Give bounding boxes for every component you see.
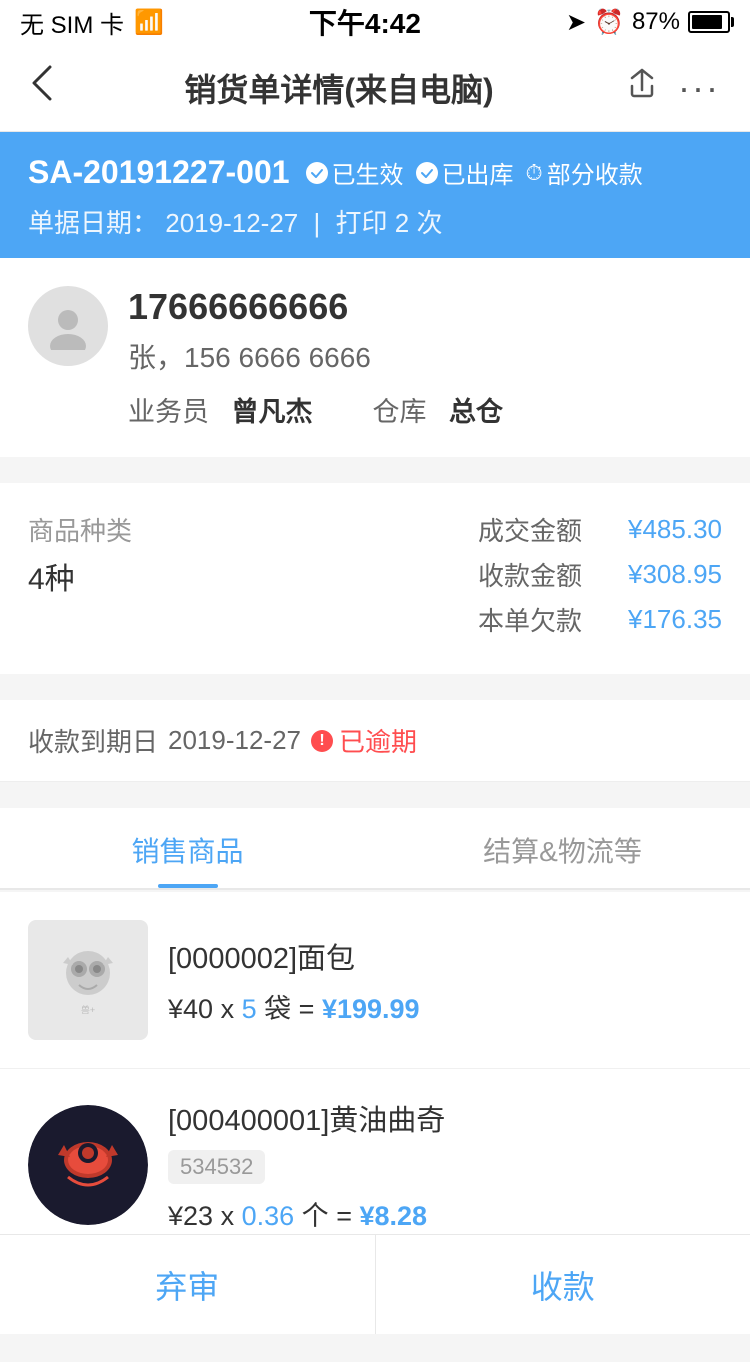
collect-button[interactable]: 收款 bbox=[376, 1235, 750, 1334]
divider-1 bbox=[0, 467, 750, 483]
order-id-row: SA-20191227-001 已生效 已出库 ⏱ bbox=[28, 154, 722, 191]
summary-left: 商品种类 4种 bbox=[28, 511, 132, 646]
overdue-text: 已逾期 bbox=[339, 722, 417, 759]
product-item-1: 兽+ [0000002]面包 ¥40 x 5 袋 = ¥199.99 bbox=[0, 892, 750, 1069]
battery-fill bbox=[692, 15, 722, 29]
debt-row: 本单欠款 ¥176.35 bbox=[478, 601, 722, 638]
carrier-text: 无 SIM 卡 bbox=[20, 5, 124, 40]
back-button[interactable] bbox=[30, 65, 52, 110]
divider-2 bbox=[0, 684, 750, 700]
status-bar-time: 下午4:42 bbox=[309, 2, 421, 42]
status-badge-shipped: 已出库 bbox=[416, 155, 514, 190]
battery-text: 87% bbox=[632, 8, 680, 36]
location-icon: ➤ bbox=[566, 8, 586, 37]
order-date-row: 单据日期： 2019-12-27 | 打印 2 次 bbox=[28, 203, 722, 240]
product-sku-badge: 534532 bbox=[168, 1150, 265, 1184]
bottom-bar: 弃审 收款 bbox=[0, 1234, 750, 1334]
order-id: SA-20191227-001 bbox=[28, 154, 290, 191]
tab-sales-products[interactable]: 销售商品 bbox=[0, 808, 375, 888]
more-button[interactable]: ··· bbox=[678, 67, 720, 109]
category-label: 商品种类 bbox=[28, 511, 132, 548]
warehouse-label: 仓库 总仓 bbox=[373, 390, 504, 429]
customer-phone: 张，156 6666 6666 bbox=[128, 336, 722, 376]
status-bar-left: 无 SIM 卡 📶 bbox=[20, 5, 164, 40]
product-qty-2: 0.36 bbox=[242, 1201, 295, 1231]
summary-right: 成交金额 ¥485.30 收款金额 ¥308.95 本单欠款 ¥176.35 bbox=[478, 511, 722, 646]
product-name-1: [0000002]面包 bbox=[168, 935, 722, 977]
product-qty-1: 5 bbox=[242, 994, 257, 1024]
product-unit-price-2: ¥23 bbox=[168, 1201, 213, 1231]
salesman-label: 业务员 曾凡杰 bbox=[128, 390, 313, 429]
alarm-icon: ⏰ bbox=[594, 8, 624, 37]
status-bar: 无 SIM 卡 📶 下午4:42 ➤ ⏰ 87% bbox=[0, 0, 750, 44]
battery-icon bbox=[688, 11, 730, 33]
product-unit-price-1: ¥40 bbox=[168, 994, 213, 1024]
product-info-2: [000400001]黄油曲奇 534532 ¥23 x 0.36 个 = ¥8… bbox=[168, 1097, 722, 1233]
customer-section: 17666666666 张，156 6666 6666 业务员 曾凡杰 仓库 总… bbox=[0, 258, 750, 457]
nav-actions: ··· bbox=[626, 67, 720, 109]
received-row: 收款金额 ¥308.95 bbox=[478, 556, 722, 593]
cancel-review-button[interactable]: 弃审 bbox=[0, 1235, 376, 1334]
status-bar-right: ➤ ⏰ 87% bbox=[566, 8, 730, 37]
debt-label: 本单欠款 bbox=[478, 601, 582, 638]
amount-row: 成交金额 ¥485.30 bbox=[478, 511, 722, 548]
product-total-1: ¥199.99 bbox=[322, 994, 420, 1024]
status-badge-partial: ⏱ 部分收款 bbox=[526, 155, 643, 190]
product-price-row-1: ¥40 x 5 袋 = ¥199.99 bbox=[168, 987, 722, 1026]
overdue-badge: ! 已逾期 bbox=[311, 722, 417, 759]
amount-label: 成交金额 bbox=[478, 511, 582, 548]
product-name-2: [000400001]黄油曲奇 bbox=[168, 1097, 722, 1139]
share-button[interactable] bbox=[626, 68, 658, 107]
due-section: 收款到期日 2019-12-27 ! 已逾期 bbox=[0, 700, 750, 782]
customer-info: 17666666666 张，156 6666 6666 业务员 曾凡杰 仓库 总… bbox=[128, 286, 722, 429]
products-section: 兽+ [0000002]面包 ¥40 x 5 袋 = ¥199.99 bbox=[0, 892, 750, 1262]
check-icon-shipped bbox=[416, 162, 438, 184]
product-price-row-2: ¥23 x 0.36 个 = ¥8.28 bbox=[168, 1194, 722, 1233]
tabs-section: 销售商品 结算&物流等 bbox=[0, 808, 750, 890]
wifi-icon: 📶 bbox=[134, 8, 164, 37]
customer-name: 17666666666 bbox=[128, 286, 722, 328]
status-badge-effective: 已生效 bbox=[306, 155, 404, 190]
overdue-dot-icon: ! bbox=[311, 730, 333, 752]
received-value: ¥308.95 bbox=[602, 559, 722, 590]
customer-meta: 业务员 曾凡杰 仓库 总仓 bbox=[128, 390, 722, 429]
received-label: 收款金额 bbox=[478, 556, 582, 593]
product-thumb-1: 兽+ bbox=[28, 920, 148, 1040]
category-value: 4种 bbox=[28, 554, 132, 598]
product-info-1: [0000002]面包 ¥40 x 5 袋 = ¥199.99 bbox=[168, 935, 722, 1026]
order-header: SA-20191227-001 已生效 已出库 ⏱ bbox=[0, 132, 750, 258]
debt-value: ¥176.35 bbox=[602, 604, 722, 635]
order-status-badges: 已生效 已出库 ⏱ 部分收款 bbox=[306, 155, 643, 190]
amount-value: ¥485.30 bbox=[602, 514, 722, 545]
avatar bbox=[28, 286, 108, 366]
product-thumb-2 bbox=[28, 1105, 148, 1225]
summary-section: 商品种类 4种 成交金额 ¥485.30 收款金额 ¥308.95 本单欠款 ¥… bbox=[0, 483, 750, 674]
nav-bar: 销货单详情(来自电脑) ··· bbox=[0, 44, 750, 132]
due-date-label: 收款到期日 bbox=[28, 722, 158, 759]
svg-text:兽+: 兽+ bbox=[81, 1004, 95, 1015]
check-icon-effective bbox=[306, 162, 328, 184]
product-total-2: ¥8.28 bbox=[359, 1201, 427, 1231]
tab-settlement[interactable]: 结算&物流等 bbox=[375, 808, 750, 888]
divider-3 bbox=[0, 792, 750, 808]
clock-icon: ⏱ bbox=[526, 160, 543, 186]
page-title: 销货单详情(来自电脑) bbox=[184, 65, 493, 111]
due-date-value: 2019-12-27 bbox=[168, 725, 301, 756]
